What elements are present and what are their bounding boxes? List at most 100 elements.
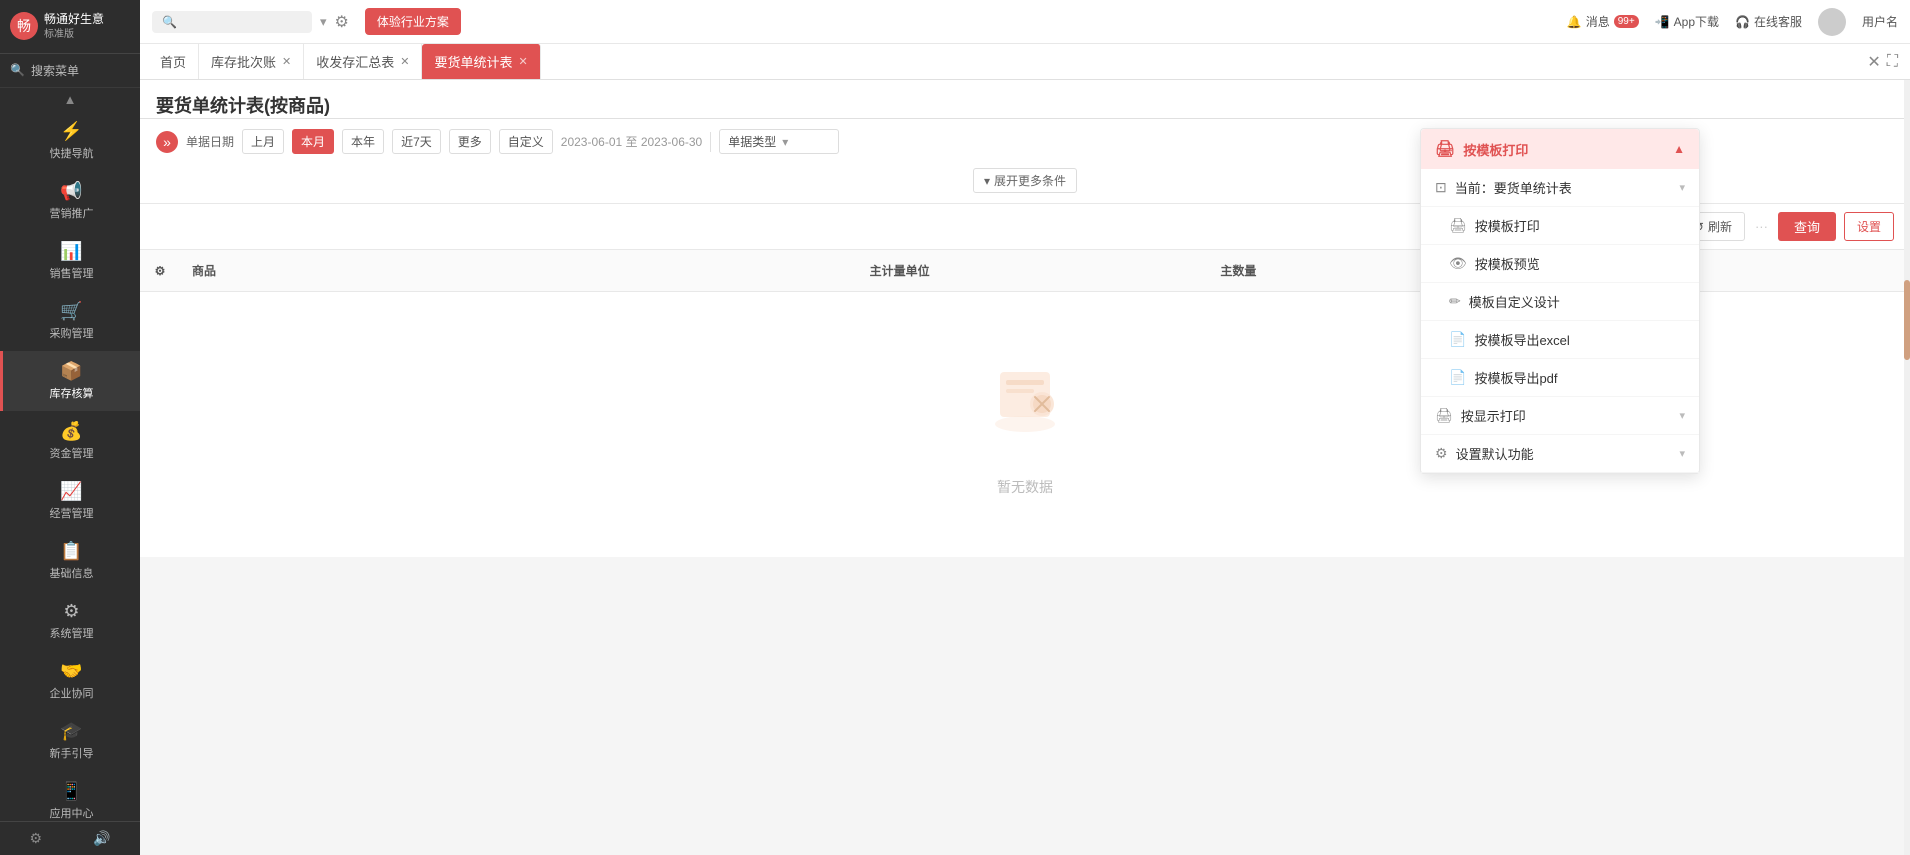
- notification-btn[interactable]: 🔔 消息 99+: [1567, 13, 1639, 30]
- sidebar-nav: ▲ ⚡ 快捷导航 📢 营销推广 📊 销售管理 🛒 采购管理 📦 库存核算 💰 资…: [0, 88, 140, 821]
- template-preview-icon: 👁: [1449, 255, 1467, 272]
- system-icon: ⚙: [63, 601, 79, 622]
- scrollbar-thumb[interactable]: [1904, 280, 1910, 360]
- scrollbar-track[interactable]: [1904, 80, 1910, 855]
- app-name: 畅通好生意: [44, 12, 104, 28]
- dropdown-default-func[interactable]: ⚙ 设置默认功能 ▾: [1421, 435, 1699, 473]
- sidebar-bottom: ⚙ 🔊: [0, 821, 140, 855]
- dropdown-header[interactable]: 🖨 按模板打印 ▲: [1421, 129, 1699, 169]
- settings-btn[interactable]: 设置: [1844, 212, 1894, 241]
- type-filter-arrow: ▾: [782, 135, 788, 149]
- default-func-arrow: ▾: [1679, 447, 1685, 460]
- template-custom-label: 模板自定义设计: [1469, 292, 1560, 311]
- filter-toggle-btn[interactable]: »: [156, 131, 178, 153]
- dropdown-collapse-arrow[interactable]: ▲: [1673, 142, 1685, 156]
- sidebar-item-appstore[interactable]: 📱 应用中心: [0, 771, 140, 821]
- dropdown-template-custom[interactable]: ✏ 模板自定义设计: [1421, 283, 1699, 321]
- dropdown-current-template[interactable]: ⊡ 当前：要货单统计表 ▾: [1421, 169, 1699, 207]
- inventory-icon: 📦: [60, 361, 82, 382]
- notification-badge: 99+: [1614, 15, 1639, 28]
- sidebar-item-purchase[interactable]: 🛒 采购管理: [0, 291, 140, 351]
- date-range: 2023-06-01 至 2023-06-30: [561, 133, 702, 150]
- dropdown-display-print[interactable]: 🖨 按显示打印 ▾: [1421, 397, 1699, 435]
- online-service-btn[interactable]: 🎧 在线客服: [1735, 13, 1802, 30]
- purchase-icon: 🛒: [60, 301, 82, 322]
- current-template-label: 当前：要货单统计表: [1455, 178, 1572, 197]
- sidebar-item-marketing[interactable]: 📢 营销推广: [0, 171, 140, 231]
- tab-order-stats[interactable]: 要货单统计表 ✕: [422, 44, 540, 79]
- corp-icon: 🤝: [60, 661, 82, 682]
- notification-icon: 🔔: [1567, 15, 1582, 29]
- content-area: 要货单统计表(按商品) » 单据日期 上月 本月 本年 近7天 更多 自定义 2…: [140, 80, 1910, 855]
- date-btn-7days[interactable]: 近7天: [392, 129, 441, 154]
- page-title: 要货单统计表(按商品): [156, 92, 330, 118]
- dropdown-template-pdf[interactable]: 📄 按模板导出pdf: [1421, 359, 1699, 397]
- app-sub: 标准版: [44, 28, 104, 41]
- sidebar-scroll-up[interactable]: ▲: [0, 88, 140, 111]
- sidebar-item-operation[interactable]: 📈 经营管理: [0, 471, 140, 531]
- tabbar: 首页 库存批次账 ✕ 收发存汇总表 ✕ 要货单统计表 ✕ ✕ ⛶: [140, 44, 1910, 80]
- sidebar-item-basic[interactable]: 📋 基础信息: [0, 531, 140, 591]
- sidebar-search[interactable]: 🔍 搜索菜单: [0, 54, 140, 88]
- tab-batch-account[interactable]: 库存批次账 ✕: [199, 44, 304, 79]
- date-btn-custom[interactable]: 自定义: [499, 129, 553, 154]
- empty-text: 暂无数据: [997, 477, 1053, 497]
- date-btn-this-month[interactable]: 本月: [292, 129, 334, 154]
- current-template-icon: ⊡: [1435, 179, 1447, 196]
- expand-btn-label: 展开更多条件: [994, 172, 1066, 189]
- tab-home[interactable]: 首页: [148, 44, 199, 79]
- template-excel-label: 按模板导出excel: [1474, 330, 1569, 349]
- print-header-icon: 🖨: [1435, 139, 1455, 159]
- tab-collection-close[interactable]: ✕: [400, 55, 409, 68]
- query-btn[interactable]: 查询: [1778, 212, 1836, 241]
- expand-filter-btn[interactable]: ▾ 展开更多条件: [973, 168, 1077, 193]
- tab-collection-summary[interactable]: 收发存汇总表 ✕: [304, 44, 422, 79]
- topbar: 🔍 ▾ ⚙ 体验行业方案 🔔 消息 99+ 📲 App下载 🎧 在线客服 用户名: [140, 0, 1910, 44]
- template-preview-label: 按模板预览: [1475, 254, 1540, 273]
- date-btn-last-month[interactable]: 上月: [242, 129, 284, 154]
- filter-divider: [710, 132, 711, 152]
- basic-icon: 📋: [60, 541, 82, 562]
- topbar-dropdown-arrow[interactable]: ▾: [320, 14, 327, 30]
- user-avatar[interactable]: [1818, 8, 1846, 36]
- dropdown-template-print[interactable]: 🖨 按模板打印: [1421, 207, 1699, 245]
- sidebar-item-quick-nav[interactable]: ⚡ 快捷导航: [0, 111, 140, 171]
- sidebar-item-sales[interactable]: 📊 销售管理: [0, 231, 140, 291]
- tab-home-label: 首页: [160, 52, 186, 71]
- date-btn-more[interactable]: 更多: [449, 129, 491, 154]
- dropdown-template-excel[interactable]: 📄 按模板导出excel: [1421, 321, 1699, 359]
- sidebar-sound-btn[interactable]: 🔊: [93, 830, 110, 847]
- sidebar-item-guide[interactable]: 🎓 新手引导: [0, 711, 140, 771]
- tab-batch-account-close[interactable]: ✕: [282, 55, 291, 68]
- topbar-search[interactable]: 🔍: [152, 11, 312, 33]
- sidebar-settings-btn[interactable]: ⚙: [30, 830, 43, 847]
- dropdown-header-label: 按模板打印: [1463, 140, 1528, 159]
- dropdown-template-preview[interactable]: 👁 按模板预览: [1421, 245, 1699, 283]
- industry-btn[interactable]: 体验行业方案: [365, 8, 461, 35]
- date-btn-this-year[interactable]: 本年: [342, 129, 384, 154]
- tab-expand-btn[interactable]: ⛶: [1887, 53, 1898, 71]
- tab-order-stats-close[interactable]: ✕: [519, 55, 528, 68]
- appstore-icon: 📱: [60, 781, 82, 802]
- sidebar-item-label: 库存核算: [50, 385, 94, 401]
- sidebar-item-inventory[interactable]: 📦 库存核算: [0, 351, 140, 411]
- sidebar-item-label: 经营管理: [50, 505, 94, 521]
- tab-close-window-btn[interactable]: ✕: [1867, 52, 1880, 72]
- sidebar-item-label: 新手引导: [50, 745, 94, 761]
- display-print-icon: 🖨: [1435, 407, 1453, 424]
- th-product: 商品: [180, 258, 858, 283]
- sidebar-item-label: 系统管理: [50, 625, 94, 641]
- topbar-gear-icon[interactable]: ⚙: [335, 12, 349, 32]
- sidebar-item-system[interactable]: ⚙ 系统管理: [0, 591, 140, 651]
- sidebar-item-label: 企业协同: [50, 685, 94, 701]
- app-download-btn[interactable]: 📲 App下载: [1655, 13, 1719, 30]
- action-dots: ···: [1755, 219, 1768, 234]
- type-filter-select[interactable]: 单据类型 ▾: [719, 129, 839, 154]
- template-custom-icon: ✏: [1449, 293, 1461, 310]
- sidebar-item-finance[interactable]: 💰 资金管理: [0, 411, 140, 471]
- sidebar-item-label: 采购管理: [50, 325, 94, 341]
- sidebar-item-corp[interactable]: 🤝 企业协同: [0, 651, 140, 711]
- th-gear[interactable]: ⚙: [140, 260, 180, 282]
- template-excel-icon: 📄: [1449, 331, 1466, 348]
- sidebar-item-label: 资金管理: [50, 445, 94, 461]
